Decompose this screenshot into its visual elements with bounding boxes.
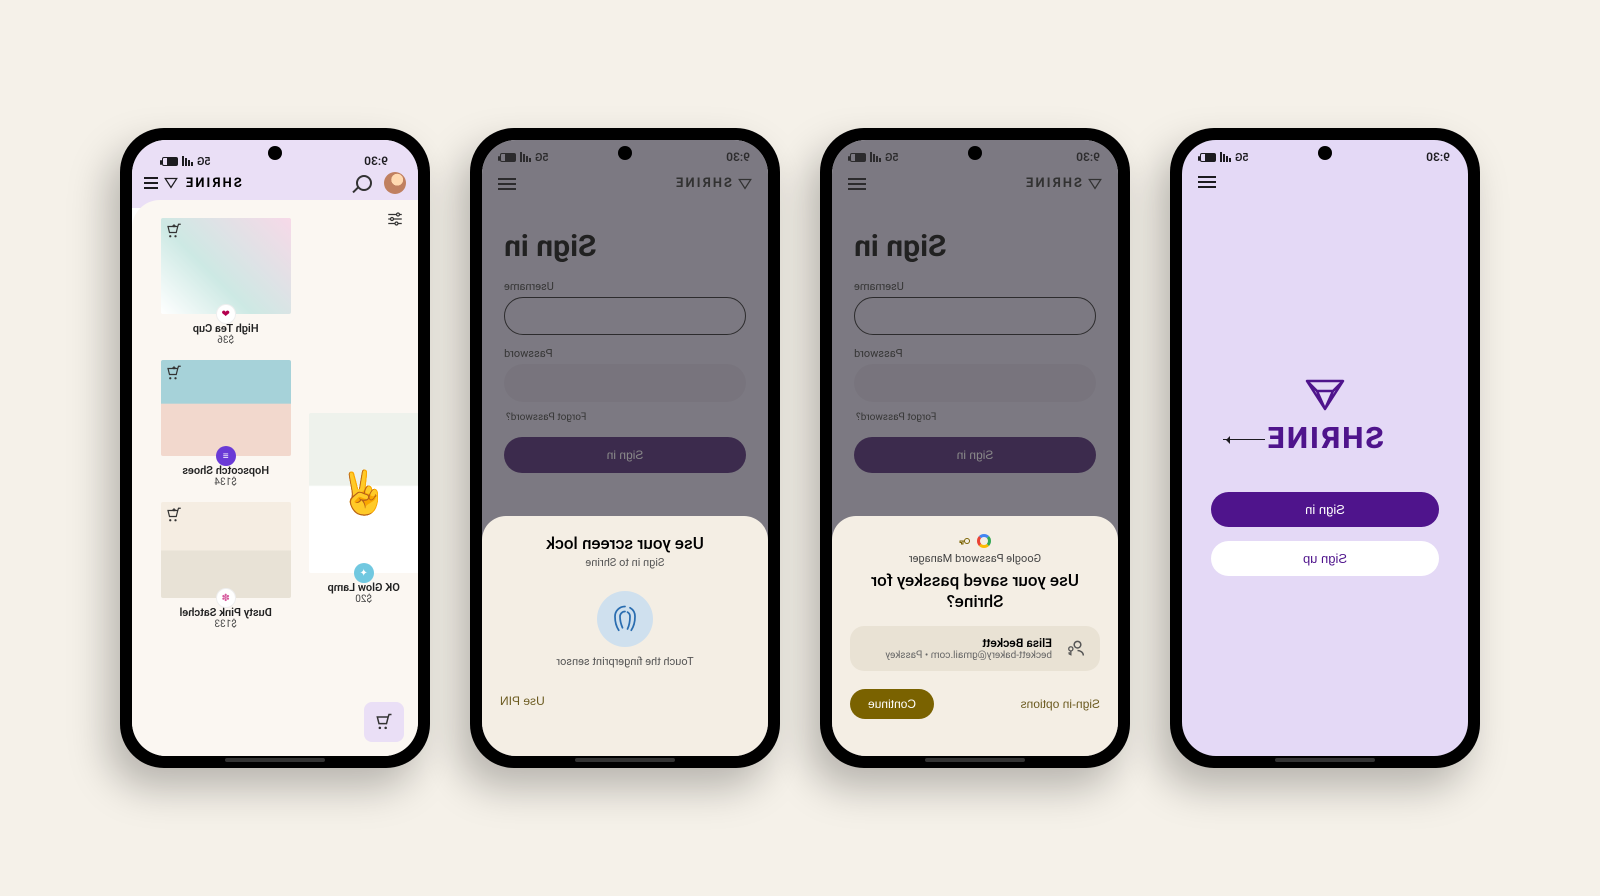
account-row[interactable]: Elisa Beckett beckett-bakery@gmail.com •… [850,626,1100,671]
brand-title: SHRINE [1266,421,1384,456]
google-icon [977,534,991,548]
use-pin-link[interactable]: Use PIN [500,694,545,708]
add-to-cart-icon[interactable] [165,222,183,240]
account-sub: beckett-bakery@gmail.com • Passkey [885,650,1052,661]
network-label: 5G [1235,151,1249,164]
fingerprint-icon[interactable] [597,591,653,647]
menu-icon[interactable] [144,177,158,189]
passkey-user-icon [1064,637,1086,659]
phone-products: 9:305G SHRINE [120,128,430,768]
key-icon [959,535,971,547]
avatar[interactable] [384,172,406,194]
badge-icon: ✽ [216,588,236,608]
sheet-sub: Sign in to Shrine [500,556,750,569]
phone-welcome: 9:30 5G SHRINE Sign in Sign up [1170,128,1480,768]
tune-icon[interactable] [386,210,404,228]
signal-icon [1220,152,1231,162]
add-to-cart-icon[interactable] [165,364,183,382]
password-manager-label: Google Password Manager [850,552,1100,565]
diamond-icon [1303,377,1347,413]
account-name: Elisa Beckett [885,636,1052,650]
product-price: $20 [355,594,372,605]
lamp-illustration: ✌ [338,469,390,518]
search-icon[interactable] [356,175,372,191]
product-price: $134 [214,477,236,488]
sign-up-button[interactable]: Sign up [1211,541,1440,576]
product-card[interactable]: ✽ Dusty Pink Satchel $133 [161,502,291,630]
sign-in-button[interactable]: Sign in [1211,492,1440,527]
badge-icon: ✦ [354,563,374,583]
passkey-sheet: Google Password Manager Use your saved p… [832,516,1118,756]
add-to-cart-icon[interactable] [165,506,183,524]
product-card[interactable]: ≡ Hopscotch Shoes $134 [161,360,291,488]
flow-arrow [1223,439,1265,440]
cart-button[interactable] [364,702,404,742]
phone-passkey: 9:30 5G SHRINE Sign in Username Passwor [820,128,1130,768]
badge-icon: ≡ [216,446,236,466]
menu-icon[interactable] [1198,176,1216,188]
diamond-icon [164,177,178,189]
status-time: 9:30 [1426,150,1450,164]
fingerprint-hint: Touch the fingerprint sensor [500,655,750,668]
sign-in-options-link[interactable]: Sign-in options [1021,697,1100,711]
badge-icon: ❤ [216,304,236,324]
sheet-heading: Use your saved passkey for Shrine? [850,565,1100,626]
product-card[interactable]: ❤ High Tea Cup $36 [161,218,291,346]
sheet-heading: Use your screen lock [500,534,750,554]
product-price: $36 [217,335,234,346]
continue-button[interactable]: Continue [850,689,934,719]
product-price: $133 [214,619,236,630]
battery-icon [1200,153,1216,162]
biometric-sheet: Use your screen lock Sign in to Shrine T… [482,516,768,756]
product-card[interactable]: ✌ ✦ OK Glow Lamp $20 [309,413,418,605]
phone-biometric: 9:305G SHRINE Sign in Username Password … [470,128,780,768]
brand-header: SHRINE [144,176,242,191]
